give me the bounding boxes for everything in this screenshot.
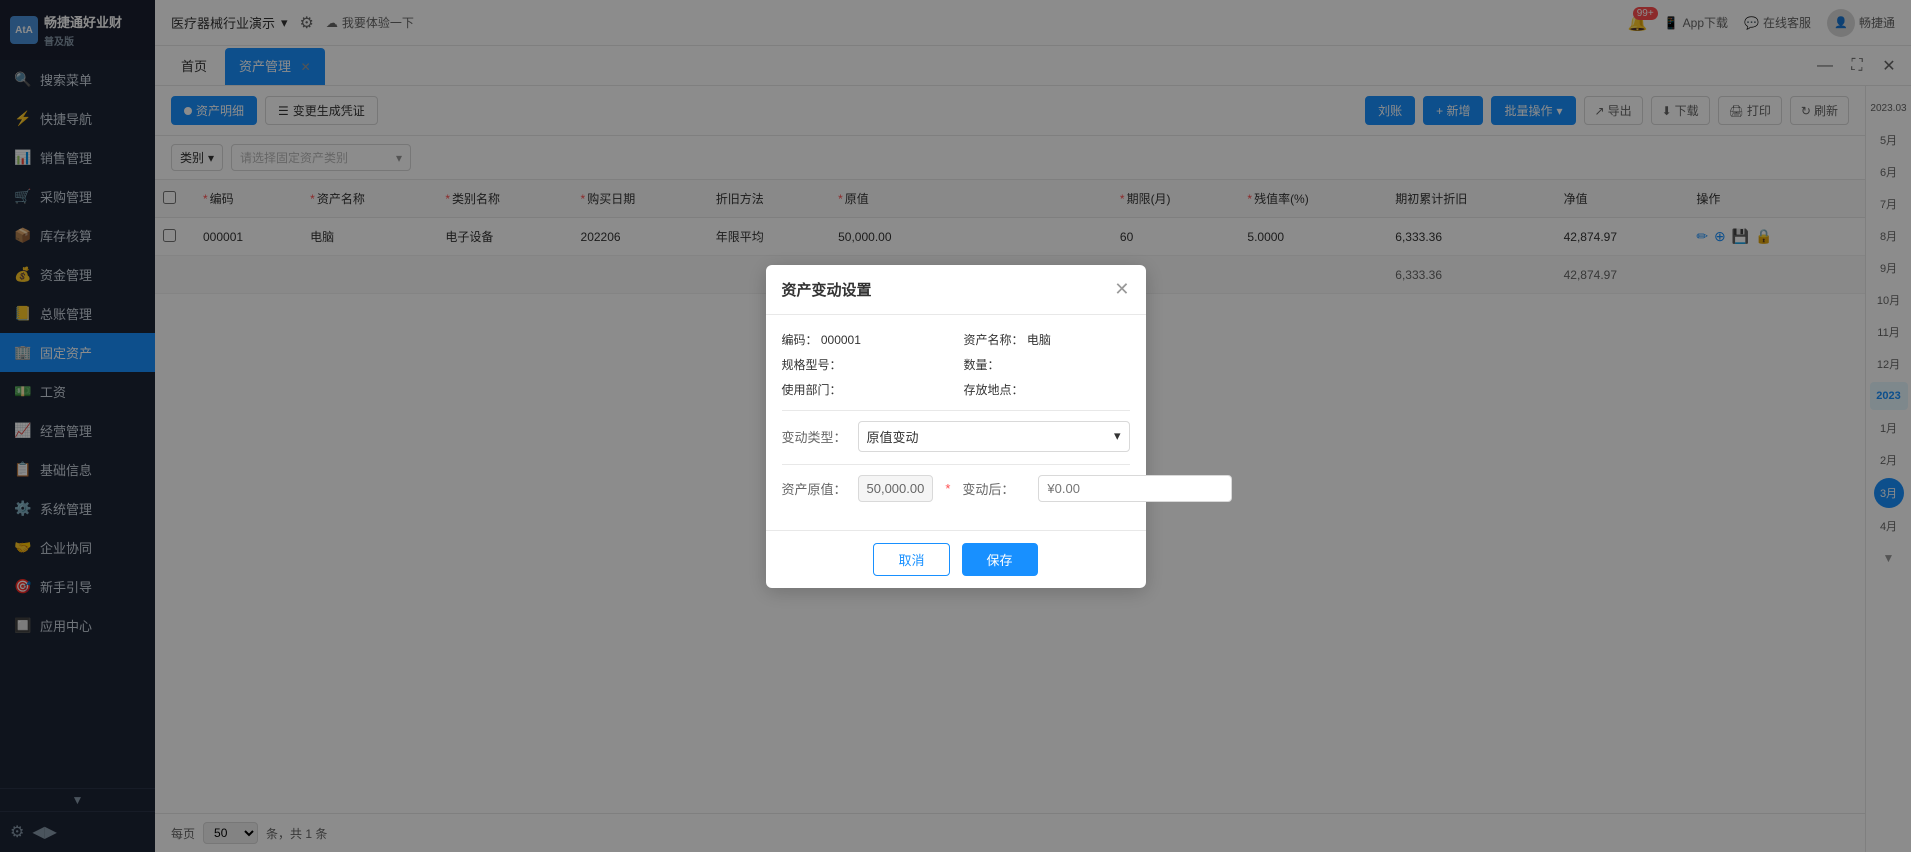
- modal-body: 编码： 000001 资产名称： 电脑 规格型号： 数量： 使用部门：: [766, 315, 1146, 530]
- modal-header: 资产变动设置 ✕: [766, 265, 1146, 315]
- modal-location: 存放地点：: [964, 381, 1130, 398]
- modal-quantity: 数量：: [964, 356, 1130, 373]
- modal-info-grid: 编码： 000001 资产名称： 电脑 规格型号： 数量： 使用部门：: [782, 331, 1130, 398]
- asset-value-label: 资产原值：: [782, 479, 850, 498]
- modal-asset-name: 资产名称： 电脑: [964, 331, 1130, 348]
- change-type-value: 原值变动: [867, 427, 919, 446]
- modal-title: 资产变动设置: [782, 279, 872, 300]
- asset-value-field: 50,000.00: [858, 475, 934, 502]
- modal-footer: 取消 保存: [766, 530, 1146, 588]
- after-change-label: 变动后：: [962, 479, 1030, 498]
- modal-divider-1: [782, 410, 1130, 411]
- cancel-button[interactable]: 取消: [873, 543, 949, 576]
- change-type-label: 变动类型：: [782, 427, 850, 446]
- change-type-select[interactable]: 原值变动 ▾: [858, 421, 1130, 452]
- modal-spec: 规格型号：: [782, 356, 948, 373]
- modal-overlay: 资产变动设置 ✕ 编码： 000001 资产名称： 电脑 规格型号： 数量：: [0, 0, 1911, 852]
- modal-code: 编码： 000001: [782, 331, 948, 348]
- after-change-input[interactable]: [1038, 475, 1232, 502]
- save-button[interactable]: 保存: [962, 543, 1038, 576]
- modal-asset-value-row: 资产原值： 50,000.00 * 变动后：: [782, 475, 1130, 502]
- modal-dept: 使用部门：: [782, 381, 948, 398]
- asset-change-modal: 资产变动设置 ✕ 编码： 000001 资产名称： 电脑 规格型号： 数量：: [766, 265, 1146, 588]
- change-type-dropdown-icon: ▾: [1114, 428, 1121, 444]
- required-star: *: [945, 481, 950, 496]
- modal-divider-2: [782, 464, 1130, 465]
- modal-close-button[interactable]: ✕: [1114, 279, 1129, 300]
- modal-change-type-row: 变动类型： 原值变动 ▾: [782, 421, 1130, 452]
